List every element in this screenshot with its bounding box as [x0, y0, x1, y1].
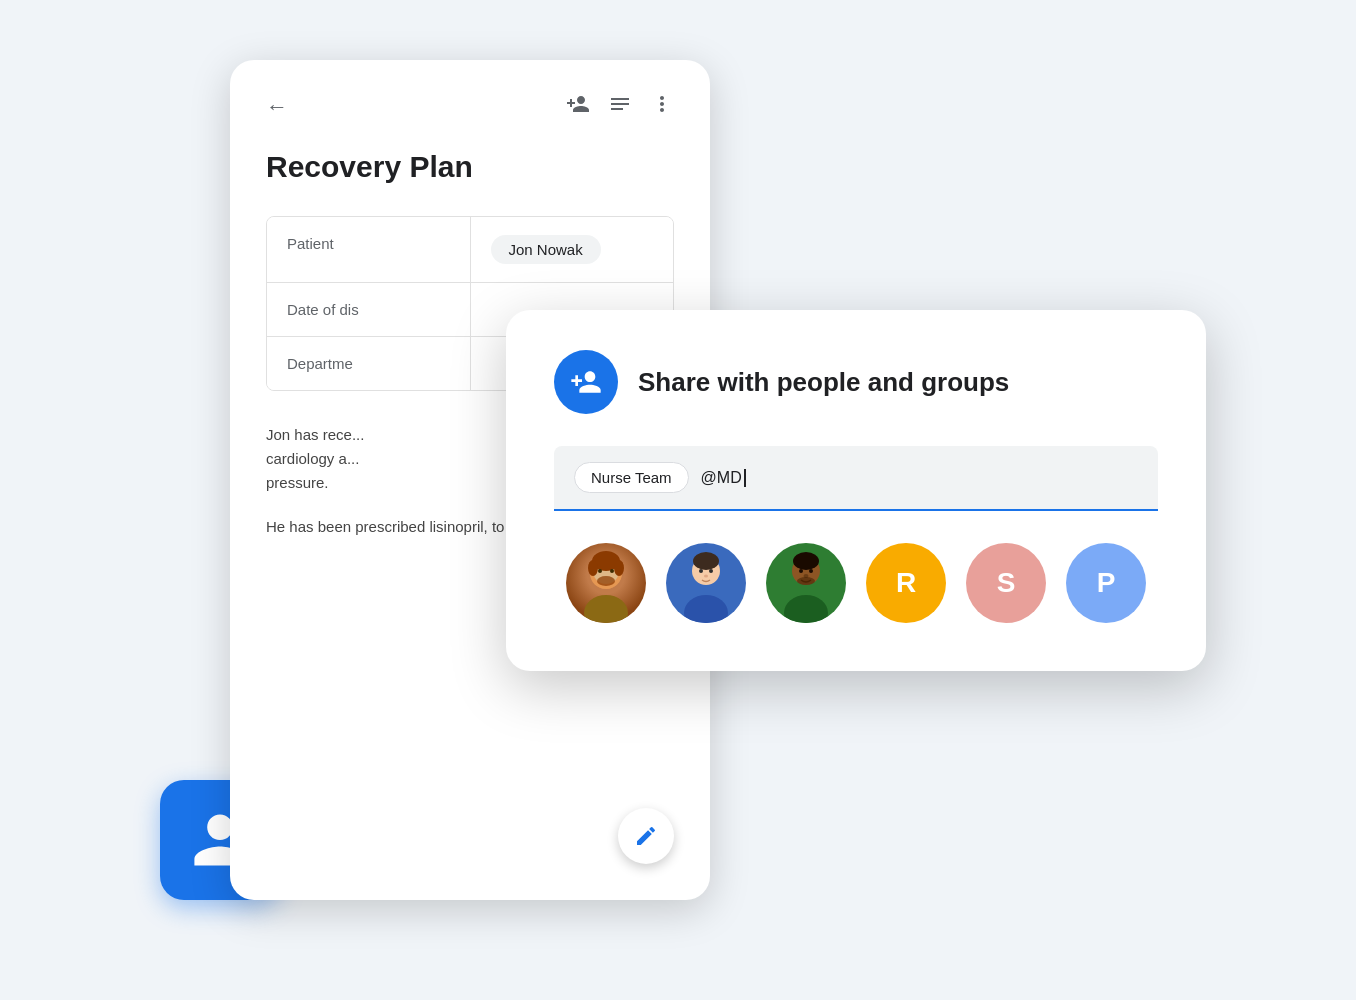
svg-point-2 [584, 595, 628, 623]
more-icon[interactable] [650, 92, 674, 122]
svg-point-9 [597, 576, 615, 586]
text-cursor [744, 469, 746, 487]
share-dialog: Share with people and groups Nurse Team … [506, 310, 1206, 671]
scene: ← Recovery Plan Patient [0, 0, 1356, 1000]
add-person-icon[interactable] [566, 92, 590, 122]
share-input-text: @MD [701, 469, 746, 487]
date-label: Date of dis [267, 283, 471, 336]
dept-label: Departme [267, 337, 471, 390]
svg-point-16 [784, 595, 828, 623]
patient-value: Jon Nowak [471, 217, 674, 282]
avatars-row: R S P [554, 543, 1158, 623]
svg-point-5 [588, 560, 598, 576]
svg-point-15 [704, 575, 708, 578]
notes-icon[interactable] [608, 92, 632, 122]
svg-point-6 [614, 560, 624, 576]
avatar-r-letter: R [896, 567, 916, 599]
edit-icon [634, 824, 658, 848]
svg-point-12 [693, 552, 719, 570]
svg-point-13 [699, 569, 703, 573]
avatar-1-illustration [566, 543, 646, 623]
avatar-s[interactable]: S [966, 543, 1046, 623]
share-icon-circle [554, 350, 618, 414]
svg-point-10 [684, 595, 728, 623]
avatar-p-letter: P [1097, 567, 1116, 599]
top-icons [566, 92, 674, 122]
svg-point-7 [598, 569, 602, 573]
svg-point-20 [809, 569, 813, 573]
typed-text: @MD [701, 469, 742, 487]
top-bar: ← [266, 92, 674, 122]
patient-chip: Jon Nowak [491, 235, 601, 264]
edit-fab[interactable] [618, 808, 674, 864]
svg-point-14 [709, 569, 713, 573]
svg-point-22 [797, 577, 815, 585]
recovery-plan-title: Recovery Plan [266, 150, 674, 184]
avatar-1[interactable] [566, 543, 646, 623]
avatar-2-illustration [666, 543, 746, 623]
svg-point-18 [793, 552, 819, 570]
nurse-team-chip: Nurse Team [574, 462, 689, 493]
back-button[interactable]: ← [266, 94, 288, 120]
svg-point-8 [610, 569, 614, 573]
share-person-add-icon [570, 366, 602, 398]
avatar-2[interactable] [666, 543, 746, 623]
dialog-title: Share with people and groups [638, 367, 1009, 398]
avatar-r[interactable]: R [866, 543, 946, 623]
avatar-3[interactable] [766, 543, 846, 623]
patient-label: Patient [267, 217, 471, 282]
avatar-p[interactable]: P [1066, 543, 1146, 623]
avatar-s-letter: S [997, 567, 1016, 599]
share-input-area[interactable]: Nurse Team @MD [554, 446, 1158, 511]
avatar-3-illustration [766, 543, 846, 623]
patient-row: Patient Jon Nowak [267, 217, 673, 283]
svg-point-19 [799, 569, 803, 573]
dialog-header: Share with people and groups [554, 350, 1158, 414]
